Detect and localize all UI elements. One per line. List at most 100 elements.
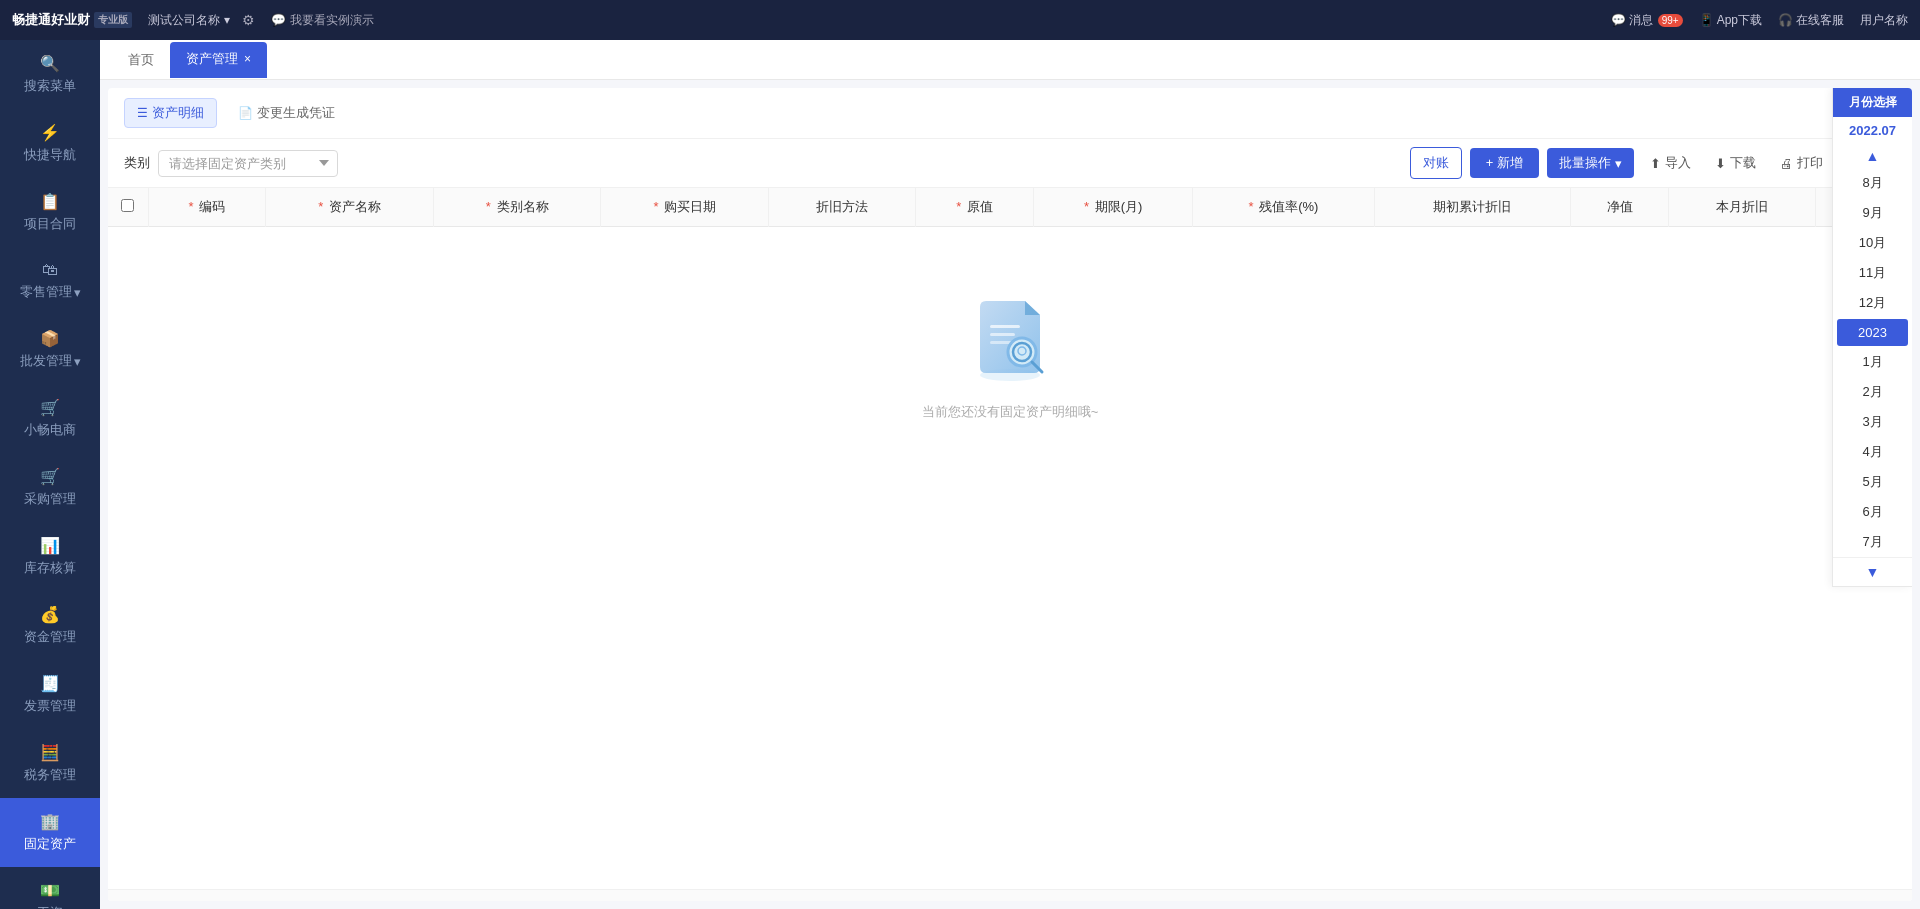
sidebar-item-retail[interactable]: 🛍 零售管理 ▾ [0, 247, 100, 315]
month-item-8[interactable]: 8月 [1833, 168, 1912, 198]
sub-tab-label: 资产明细 [152, 104, 204, 122]
column-label: 类别名称 [497, 199, 549, 214]
sidebar-item-tax[interactable]: 🧮 税务管理 [0, 729, 100, 798]
month-item-2[interactable]: 2月 [1833, 377, 1912, 407]
online-service-button[interactable]: 🎧 在线客服 [1778, 12, 1844, 29]
import-button[interactable]: ⬆ 导入 [1642, 149, 1699, 177]
month-panel: 月份选择 2022.07 ▲ 8月 9月 10月 11月 12月 2023 1月… [1832, 88, 1912, 587]
sidebar-item-salary[interactable]: 💵 工资 [0, 867, 100, 909]
sidebar-item-label: 资金管理 [24, 628, 76, 646]
sidebar-item-label-wrapper: 批发管理 ▾ [20, 352, 81, 370]
sidebar-item-label: 固定资产 [24, 835, 76, 853]
user-menu[interactable]: 用户名称 [1860, 12, 1908, 29]
month-item-4[interactable]: 4月 [1833, 437, 1912, 467]
column-label: 净值 [1607, 199, 1633, 214]
company-selector[interactable]: 测试公司名称 ▾ [148, 12, 230, 29]
tax-icon: 🧮 [40, 743, 60, 762]
table-header-asset-name: * 资产名称 [266, 188, 434, 227]
month-nav-down-button[interactable]: ▼ [1860, 562, 1886, 582]
messages-button[interactable]: 💬 消息 99+ [1611, 12, 1683, 29]
salary-icon: 💵 [40, 881, 60, 900]
month-item-10[interactable]: 10月 [1833, 228, 1912, 258]
service-icon: 🎧 [1778, 13, 1793, 27]
column-label: 原值 [967, 199, 993, 214]
retail-icon: 🛍 [42, 261, 58, 279]
company-name: 测试公司名称 [148, 12, 220, 29]
toolbar-left: 类别 请选择固定资产类别 [124, 150, 1402, 177]
sidebar-item-label: 批发管理 [20, 352, 72, 370]
wholesale-icon: 📦 [40, 329, 60, 348]
tab-home[interactable]: 首页 [112, 43, 170, 77]
month-item-7-2023[interactable]: 7月 [1833, 527, 1912, 557]
add-button[interactable]: + 新增 [1470, 148, 1539, 178]
download-label: 下载 [1730, 154, 1756, 172]
fixed-assets-icon: 🏢 [40, 812, 60, 831]
sidebar-item-label: 采购管理 [24, 490, 76, 508]
sidebar-item-ecommerce[interactable]: 🛒 小畅电商 [0, 384, 100, 453]
app-download-label: App下载 [1717, 12, 1762, 29]
search-icon: 🔍 [40, 54, 60, 73]
tab-close-icon[interactable]: × [244, 52, 251, 66]
required-mark: * [653, 199, 658, 214]
sidebar-item-purchase[interactable]: 🛒 采购管理 [0, 453, 100, 522]
column-label: 折旧方法 [816, 199, 868, 214]
sidebar-item-label: 工资 [37, 904, 63, 909]
sidebar-item-fixed-assets[interactable]: 🏢 固定资产 [0, 798, 100, 867]
month-selected-display[interactable]: 2022.07 [1833, 117, 1912, 144]
sidebar-item-wholesale[interactable]: 📦 批发管理 ▾ [0, 315, 100, 384]
sidebar-item-label: 快捷导航 [24, 146, 76, 164]
required-mark: * [318, 199, 323, 214]
bottom-scrollbar[interactable] [108, 889, 1912, 901]
month-item-3[interactable]: 3月 [1833, 407, 1912, 437]
sidebar-item-finance[interactable]: 💰 资金管理 [0, 591, 100, 660]
table-wrapper: * 编码 * 资产名称 * 类别名称 [108, 188, 1912, 889]
table-header-checkbox [108, 188, 148, 227]
reconcile-button[interactable]: 对账 [1410, 147, 1462, 179]
print-button[interactable]: 🖨 打印 [1772, 149, 1831, 177]
sub-tab-change-voucher[interactable]: 📄 变更生成凭证 [225, 98, 348, 128]
month-item-12[interactable]: 12月 [1833, 288, 1912, 318]
column-label: 期初累计折旧 [1433, 199, 1511, 214]
import-icon: ⬆ [1650, 156, 1661, 171]
category-select[interactable]: 请选择固定资产类别 [158, 150, 338, 177]
empty-row: 当前您还没有固定资产明细哦~ [108, 227, 1912, 482]
sidebar-item-invoice[interactable]: 🧾 发票管理 [0, 660, 100, 729]
month-item-5[interactable]: 5月 [1833, 467, 1912, 497]
sidebar-item-inventory[interactable]: 📊 库存核算 [0, 522, 100, 591]
top-bar-right: 💬 消息 99+ 📱 App下载 🎧 在线客服 用户名称 [1611, 12, 1908, 29]
sidebar-item-label: 发票管理 [24, 697, 76, 715]
select-all-checkbox[interactable] [121, 199, 134, 212]
month-item-1[interactable]: 1月 [1833, 347, 1912, 377]
demo-link[interactable]: 💬 我要看实例演示 [271, 12, 374, 29]
print-label: 打印 [1797, 154, 1823, 172]
table-header-accumulated-depreciation: 期初累计折旧 [1374, 188, 1571, 227]
demo-text: 我要看实例演示 [290, 12, 374, 29]
tab-asset-management[interactable]: 资产管理 × [170, 42, 267, 78]
sidebar-item-search-menu[interactable]: 🔍 搜索菜单 [0, 40, 100, 109]
tab-home-label: 首页 [128, 52, 154, 67]
assets-table: * 编码 * 资产名称 * 类别名称 [108, 188, 1912, 481]
sidebar-item-project[interactable]: 📋 项目合同 [0, 178, 100, 247]
month-item-11[interactable]: 11月 [1833, 258, 1912, 288]
month-nav-up-button[interactable]: ▲ [1860, 146, 1886, 166]
messages-icon: 💬 [1611, 13, 1626, 27]
top-bar: 畅捷通好业财 专业版 测试公司名称 ▾ ⚙ 💬 我要看实例演示 💬 消息 99+… [0, 0, 1920, 40]
batch-label: 批量操作 [1559, 154, 1611, 172]
download-button[interactable]: ⬇ 下载 [1707, 149, 1764, 177]
user-name: 用户名称 [1860, 12, 1908, 29]
sub-tab-asset-detail[interactable]: ☰ 资产明细 [124, 98, 217, 128]
month-item-6[interactable]: 6月 [1833, 497, 1912, 527]
toolbar-right: 对账 + 新增 批量操作 ▾ ⬆ 导入 ⬇ 下载 🖨 [1410, 147, 1896, 179]
settings-icon[interactable]: ⚙ [242, 12, 255, 28]
purchase-icon: 🛒 [40, 467, 60, 486]
required-mark: * [1084, 199, 1089, 214]
table-header: * 编码 * 资产名称 * 类别名称 [108, 188, 1912, 227]
sidebar-item-quick-nav[interactable]: ⚡ 快捷导航 [0, 109, 100, 178]
inner-content: ☰ 资产明细 📄 变更生成凭证 类别 请选择固定资产类别 对账 [108, 88, 1912, 901]
sidebar-item-label: 零售管理 [20, 283, 72, 301]
table-header-category-name: * 类别名称 [433, 188, 601, 227]
month-item-9[interactable]: 9月 [1833, 198, 1912, 228]
app-download-button[interactable]: 📱 App下载 [1699, 12, 1762, 29]
chevron-down-icon: ▾ [1615, 156, 1622, 171]
batch-button[interactable]: 批量操作 ▾ [1547, 148, 1634, 178]
